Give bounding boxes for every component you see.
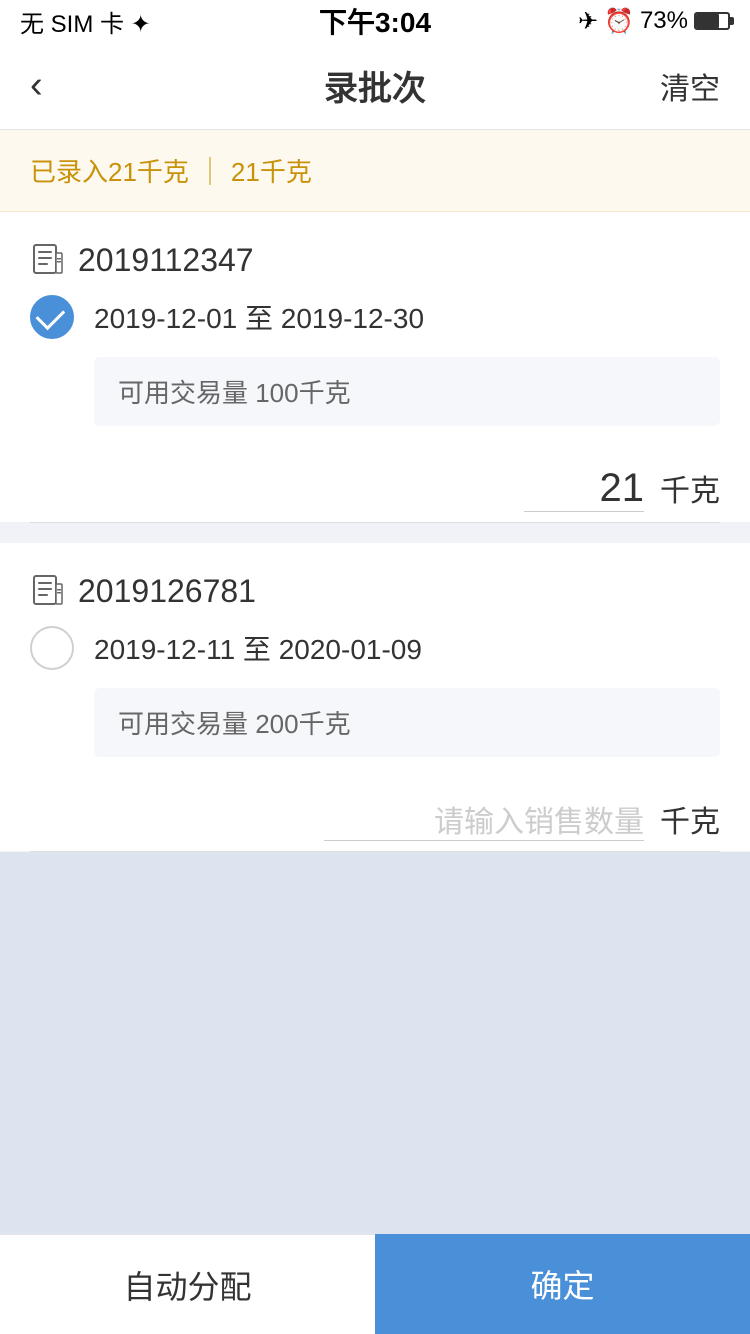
battery-percent: 73% (640, 7, 688, 35)
batch2-input-container[interactable] (324, 806, 644, 841)
doc-icon (30, 243, 66, 279)
alarm-icon: ⏰ (604, 7, 634, 36)
section-gap (0, 523, 750, 543)
batch1-id: 2019112347 (78, 242, 254, 279)
batch1-date-range: 2019-12-01 至 2019-12-30 (94, 297, 424, 337)
location-icon: ✈ (578, 7, 598, 36)
recorded-amount-value: 21千克 (231, 152, 312, 189)
status-time: 下午3:04 (319, 1, 431, 41)
batch1-card: 2019112347 2019-12-01 至 2019-12-30 可用交易量… (0, 212, 750, 446)
clear-button[interactable]: 清空 (660, 64, 720, 108)
batch1-available: 可用交易量 100千克 (94, 357, 720, 426)
batch1-quantity-row: 21 千克 (0, 446, 750, 522)
back-button[interactable]: ‹ (30, 64, 90, 107)
page-title: 录批次 (324, 61, 426, 110)
batch1-quantity-container: 21 (524, 466, 644, 512)
batch1-header: 2019112347 (30, 242, 720, 279)
batch1-unit: 千克 (660, 466, 720, 510)
batch2-card: 2019126781 2019-12-11 至 2020-01-09 可用交易量… (0, 543, 750, 777)
batch2-radio[interactable] (30, 626, 74, 670)
empty-space (0, 852, 750, 1282)
status-left: 无 SIM 卡 ✦ (20, 4, 151, 39)
batch2-header: 2019126781 (30, 573, 720, 610)
batch1-quantity-value: 21 (600, 466, 645, 510)
batch2-select-row[interactable]: 2019-12-11 至 2020-01-09 (30, 626, 720, 670)
nav-bar: ‹ 录批次 清空 (0, 42, 750, 130)
batch2-date-range: 2019-12-11 至 2020-01-09 (94, 628, 422, 668)
status-bar: 无 SIM 卡 ✦ 下午3:04 ✈ ⏰ 73% (0, 0, 750, 42)
batch2-unit: 千克 (660, 797, 720, 841)
batch2-id: 2019126781 (78, 573, 256, 610)
recorded-amount-label: 已录入21千克 (30, 152, 189, 189)
doc-icon-2 (30, 574, 66, 610)
batch1-radio[interactable] (30, 295, 74, 339)
info-banner: 已录入21千克 21千克 (0, 130, 750, 212)
auto-distribute-button[interactable]: 自动分配 (0, 1234, 375, 1334)
batch2-quantity-input[interactable] (324, 806, 644, 840)
batch1-select-row[interactable]: 2019-12-01 至 2019-12-30 (30, 295, 720, 339)
batch2-available: 可用交易量 200千克 (94, 688, 720, 757)
bottom-bar: 自动分配 确定 (0, 1234, 750, 1334)
battery-icon (694, 12, 730, 30)
status-right: ✈ ⏰ 73% (578, 7, 730, 36)
batch2-input-row[interactable]: 千克 (0, 777, 750, 851)
confirm-button[interactable]: 确定 (375, 1234, 750, 1334)
sim-label: 无 SIM 卡 ✦ (20, 4, 151, 39)
info-divider (209, 157, 211, 185)
